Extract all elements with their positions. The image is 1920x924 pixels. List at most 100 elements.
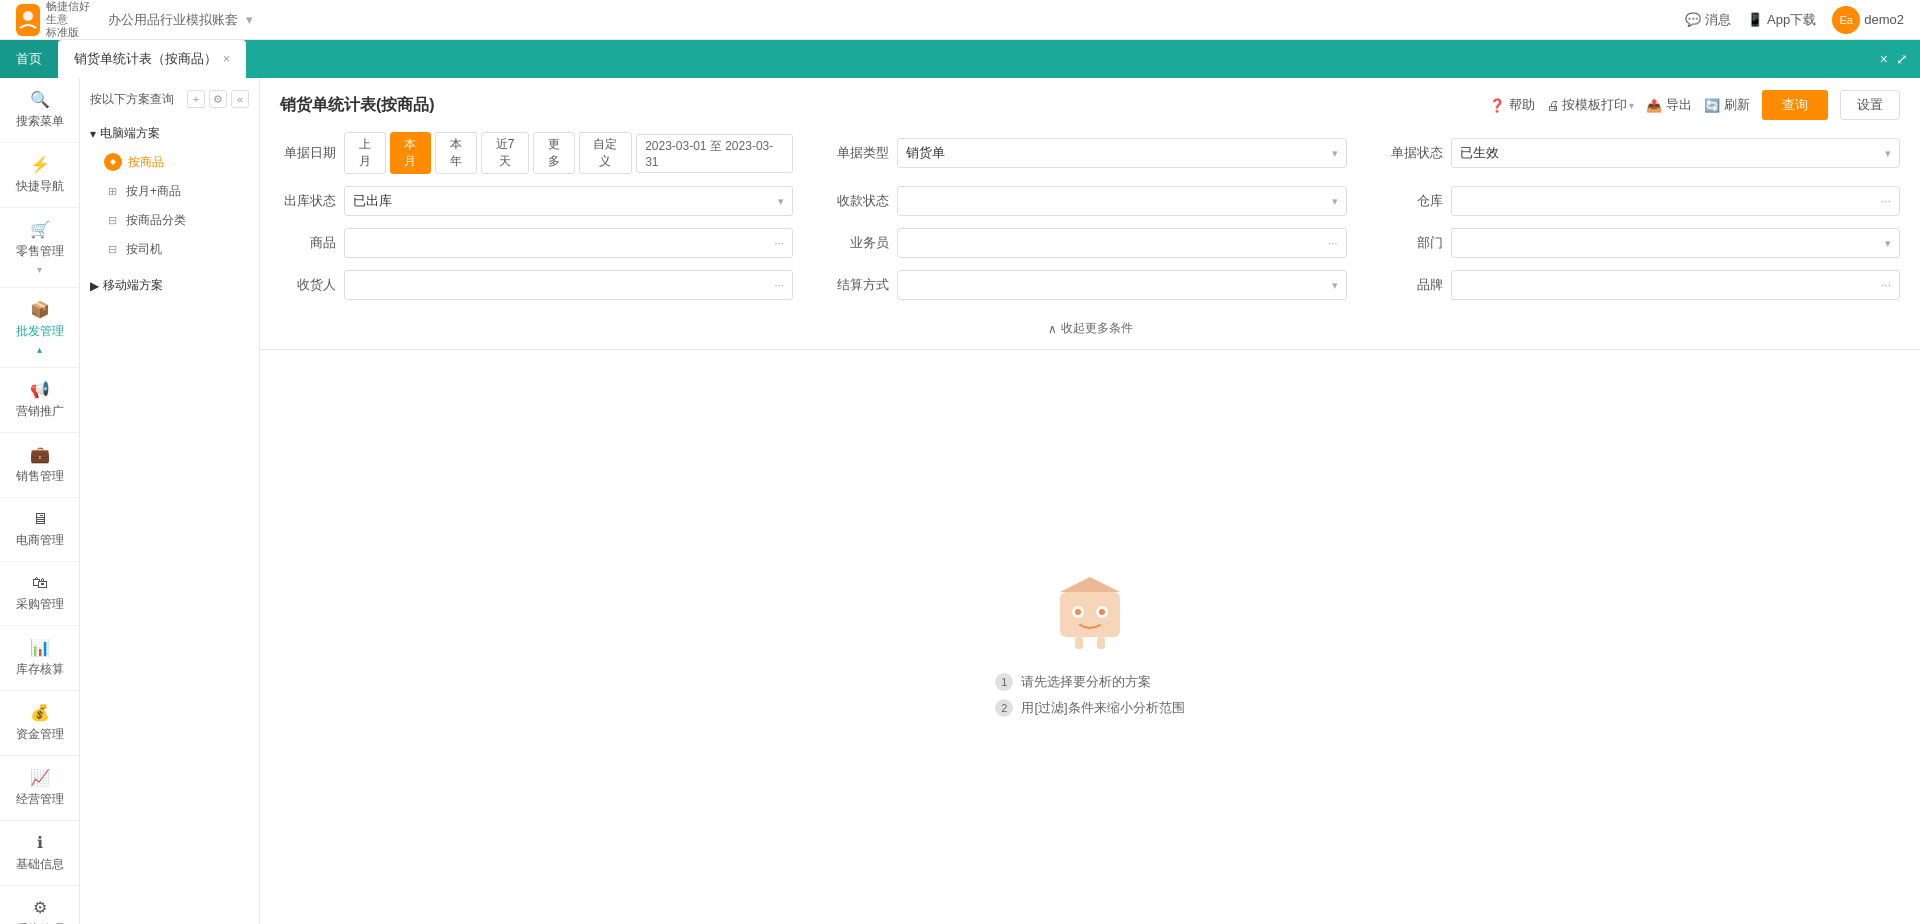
sidebar-item-purchase[interactable]: 🛍 采购管理 [0, 562, 79, 626]
collapse-bar[interactable]: ∧ 收起更多条件 [280, 312, 1900, 341]
sidebar-item-basic[interactable]: ℹ 基础信息 [0, 821, 79, 886]
tab-active[interactable]: 销货单统计表（按商品） × [58, 40, 246, 78]
salesman-ellipsis-icon[interactable]: ··· [1328, 236, 1338, 250]
settings-scheme-button[interactable]: ⚙ [209, 90, 227, 108]
scheme-pc-title[interactable]: ▾ 电脑端方案 [80, 120, 259, 147]
filter-row-1: 单据日期 上月 本月 本年 近7天 更多 自定义 2023-03-01 至 20… [280, 132, 1900, 174]
empty-tip-2: 2 用[过滤]条件来缩小分析范围 [995, 699, 1184, 717]
filter-field-doc-status: 单据状态 已生效 ▾ [1387, 138, 1900, 168]
filter-scheme-panel: 按以下方案查询 + ⚙ « ▾ 电脑端方案 按商品 [80, 78, 260, 924]
print-dropdown-arrow-icon: ▾ [1629, 100, 1634, 111]
receipt-status-control[interactable]: ▾ [897, 186, 1346, 216]
message-button[interactable]: 💬 消息 [1685, 11, 1731, 29]
query-button[interactable]: 查询 [1762, 90, 1828, 120]
scheme-mobile-title[interactable]: ▶ 移动端方案 [80, 272, 259, 299]
breadcrumb-text: 办公用品行业模拟账套 [108, 11, 238, 29]
retail-icon: 🛒 [30, 220, 50, 239]
logo-area: 畅捷信好生意 标准版 [16, 0, 96, 39]
out-status-arrow-icon: ▾ [778, 195, 784, 208]
scheme-item-by-goods[interactable]: 按商品 [80, 147, 259, 177]
doc-status-value: 已生效 [1460, 144, 1881, 162]
out-status-control[interactable]: 已出库 ▾ [344, 186, 793, 216]
logo-icon [16, 4, 40, 36]
main-layout: 🔍 搜索菜单 ⚡ 快捷导航 🛒 零售管理 ▾ 📦 批发管理 ▴ 📢 营销推广 💼… [0, 78, 1920, 924]
warehouse-control[interactable]: ··· [1451, 186, 1900, 216]
scheme-category-label: 按商品分类 [126, 212, 186, 229]
filter-field-warehouse: 仓库 ··· [1387, 186, 1900, 216]
system-icon: ⚙ [33, 898, 47, 917]
date-custom-btn[interactable]: 自定义 [579, 132, 632, 174]
brand-control[interactable]: ··· [1451, 270, 1900, 300]
active-tab-label: 销货单统计表（按商品） [74, 50, 217, 68]
filter-field-date: 单据日期 上月 本月 本年 近7天 更多 自定义 2023-03-01 至 20… [280, 132, 793, 174]
scheme-pc-label: 电脑端方案 [100, 125, 160, 142]
sidebar-item-system[interactable]: ⚙ 系统管理 [0, 886, 79, 924]
add-scheme-button[interactable]: + [187, 90, 205, 108]
warehouse-ellipsis-icon[interactable]: ··· [1881, 194, 1891, 208]
sidebar-item-ecommerce[interactable]: 🖥 电商管理 [0, 498, 79, 562]
filter-field-doc-type: 单据类型 销货单 ▾ [833, 138, 1346, 168]
scheme-month-label: 按月+商品 [126, 183, 181, 200]
date-this-month-btn[interactable]: 本月 [390, 132, 432, 174]
sidebar-item-finance[interactable]: 💰 资金管理 [0, 691, 79, 756]
quick-icon: ⚡ [30, 155, 50, 174]
sidebar-item-quick[interactable]: ⚡ 快捷导航 [0, 143, 79, 208]
tab-home[interactable]: 首页 [0, 40, 58, 78]
receiver-control[interactable]: ··· [344, 270, 793, 300]
search-icon: 🔍 [30, 90, 50, 109]
scheme-item-month-goods[interactable]: ⊞ 按月+商品 [80, 177, 259, 206]
date-last-month-btn[interactable]: 上月 [344, 132, 386, 174]
top-right: 💬 消息 📱 App下载 Ea demo2 [1685, 6, 1904, 34]
app-download-button[interactable]: 📱 App下载 [1747, 11, 1816, 29]
export-icon: 📤 [1646, 98, 1662, 113]
export-button[interactable]: 📤 导出 [1646, 96, 1692, 114]
goods-ellipsis-icon[interactable]: ··· [774, 236, 784, 250]
brand-ellipsis-icon[interactable]: ··· [1881, 278, 1891, 292]
sidebar-item-search[interactable]: 🔍 搜索菜单 [0, 78, 79, 143]
settle-arrow-icon: ▾ [1332, 279, 1338, 292]
print-icon: 🖨 [1547, 98, 1560, 113]
breadcrumb-arrow-icon[interactable]: ▾ [246, 12, 253, 27]
collapse-panel-button[interactable]: « [231, 90, 249, 108]
tab-close-icon[interactable]: × [223, 52, 230, 66]
receiver-ellipsis-icon[interactable]: ··· [774, 278, 784, 292]
sidebar-item-management[interactable]: 📈 经营管理 [0, 756, 79, 821]
user-profile[interactable]: Ea demo2 [1832, 6, 1904, 34]
help-button[interactable]: ❓ 帮助 [1489, 96, 1535, 114]
tip-number-1: 1 [995, 673, 1013, 691]
collapse-label: 收起更多条件 [1061, 320, 1133, 337]
refresh-button[interactable]: 🔄 刷新 [1704, 96, 1750, 114]
date-this-year-btn[interactable]: 本年 [435, 132, 477, 174]
purchase-icon: 🛍 [32, 574, 48, 592]
sidebar-item-sales[interactable]: 💼 销售管理 [0, 433, 79, 498]
sidebar-item-inventory[interactable]: 📊 库存核算 [0, 626, 79, 691]
maximize-icon[interactable]: ⤢ [1896, 51, 1908, 67]
brand-label: 品牌 [1387, 276, 1443, 294]
settle-control[interactable]: ▾ [897, 270, 1346, 300]
date-7days-btn[interactable]: 近7天 [481, 132, 529, 174]
date-more-btn[interactable]: 更多 [533, 132, 575, 174]
goods-control[interactable]: ··· [344, 228, 793, 258]
doc-status-control[interactable]: 已生效 ▾ [1451, 138, 1900, 168]
filter-area: 单据日期 上月 本月 本年 近7天 更多 自定义 2023-03-01 至 20… [280, 132, 1900, 349]
receiver-label: 收货人 [280, 276, 336, 294]
sidebar-item-retail[interactable]: 🛒 零售管理 ▾ [0, 208, 79, 288]
table-area: 1 请先选择要分析的方案 2 用[过滤]条件来缩小分析范围 [260, 350, 1920, 924]
nav-sidebar: 🔍 搜索菜单 ⚡ 快捷导航 🛒 零售管理 ▾ 📦 批发管理 ▴ 📢 营销推广 💼… [0, 78, 80, 924]
dept-control[interactable]: ▾ [1451, 228, 1900, 258]
sidebar-item-wholesale[interactable]: 📦 批发管理 ▴ [0, 288, 79, 368]
tab-window-controls: × ⤢ [1880, 51, 1908, 67]
sidebar-item-marketing[interactable]: 📢 营销推广 [0, 368, 79, 433]
filter-field-out-status: 出库状态 已出库 ▾ [280, 186, 793, 216]
doc-type-control[interactable]: 销货单 ▾ [897, 138, 1346, 168]
scheme-item-category[interactable]: ⊟ 按商品分类 [80, 206, 259, 235]
filter-panel-actions: + ⚙ « [187, 90, 249, 108]
scheme-item-driver[interactable]: ⊟ 按司机 [80, 235, 259, 264]
filter-row-4: 收货人 ··· 结算方式 ▾ [280, 270, 1900, 300]
salesman-control[interactable]: ··· [897, 228, 1346, 258]
doc-type-dropdown-arrow-icon: ▾ [1332, 147, 1338, 160]
close-window-icon[interactable]: × [1880, 51, 1888, 67]
print-button[interactable]: 🖨 按模板打印 ▾ [1547, 96, 1634, 114]
scheme-goods-icon [104, 153, 122, 171]
setting-button[interactable]: 设置 [1840, 90, 1900, 120]
